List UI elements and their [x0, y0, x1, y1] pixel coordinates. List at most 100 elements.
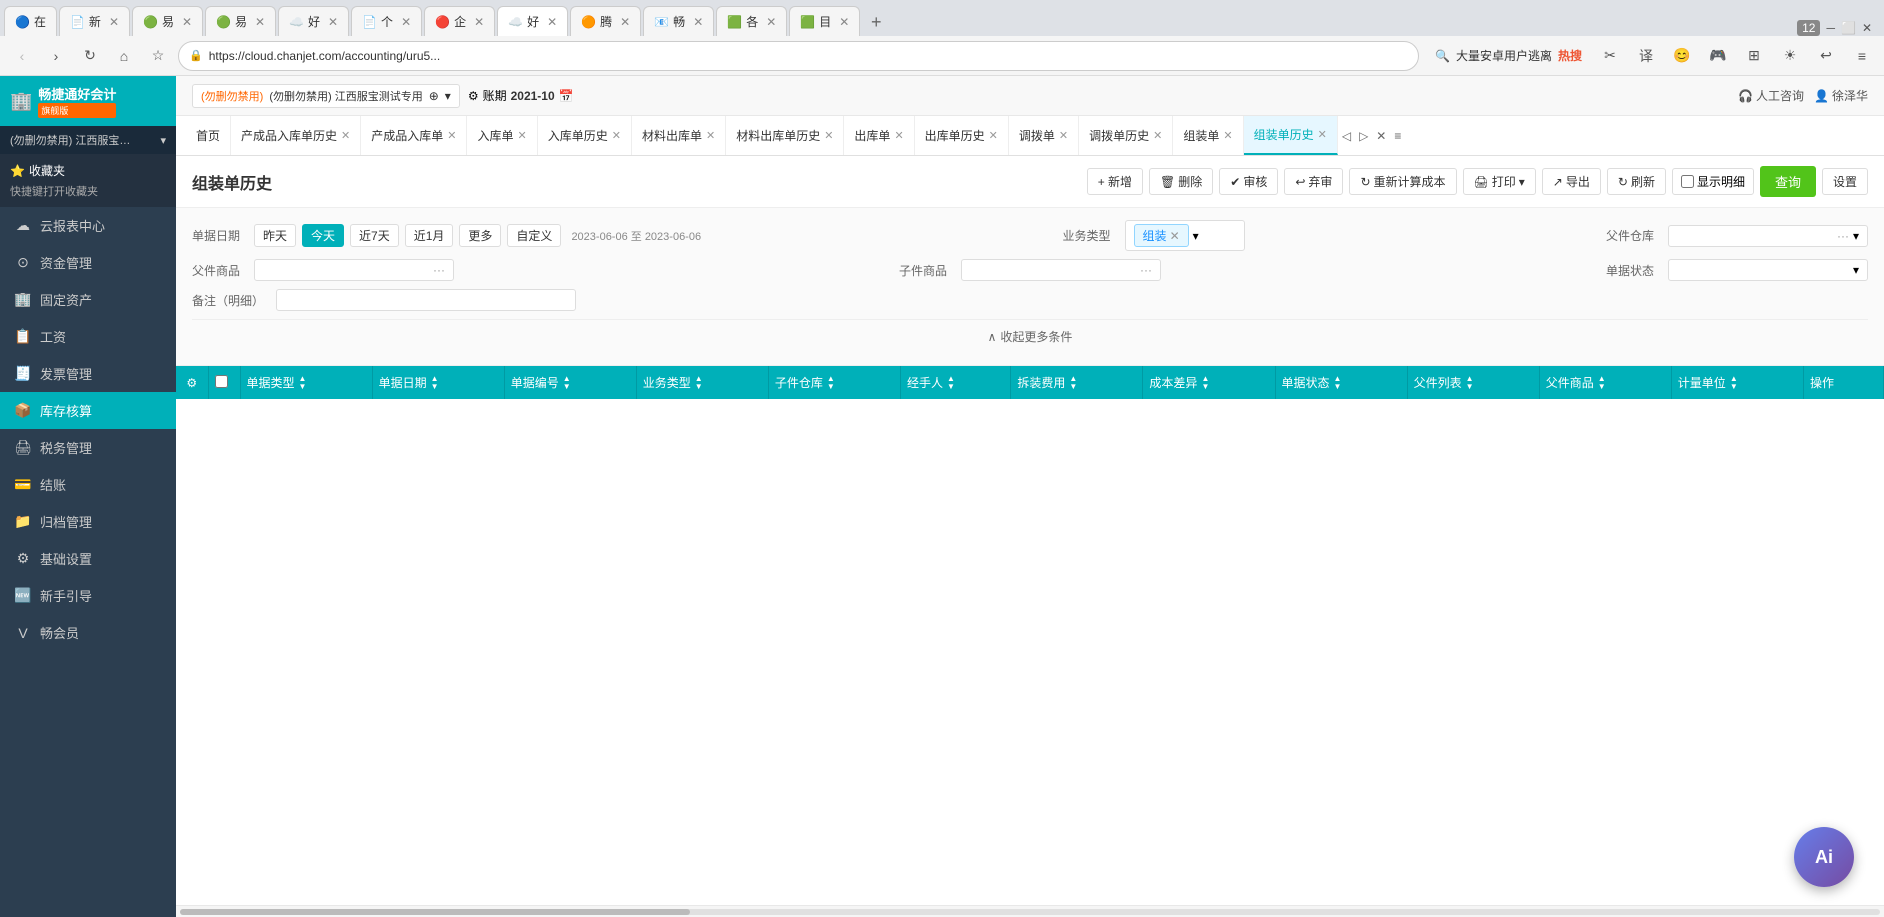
- sort-bill-no[interactable]: ▲▼: [563, 375, 571, 391]
- col-disassemble-fee[interactable]: 拆装费用 ▲▼: [1011, 366, 1143, 399]
- query-button[interactable]: 查询: [1760, 166, 1816, 197]
- delete-button[interactable]: 🗑 删除: [1149, 168, 1213, 195]
- tab-close-10[interactable]: ✕: [693, 15, 703, 29]
- sidebar-item-basic-settings[interactable]: ⚙ 基础设置: [0, 540, 176, 577]
- date-btn-7days[interactable]: 近7天: [350, 224, 399, 247]
- nav-arrow-left[interactable]: ◁: [1338, 129, 1355, 143]
- sidebar-item-inventory[interactable]: 📦 库存核算: [0, 392, 176, 429]
- settings-small-icon[interactable]: ⚙: [468, 89, 479, 103]
- nav-more-menu[interactable]: ≡: [1390, 129, 1405, 143]
- browser-tab-3[interactable]: 🟢 易 ✕: [132, 6, 203, 36]
- tab-close-5[interactable]: ✕: [328, 15, 338, 29]
- tab-close-8[interactable]: ✕: [547, 15, 557, 29]
- bookmark-button[interactable]: ☆: [144, 42, 172, 70]
- nav-tab-assembly-close[interactable]: ✕: [1223, 129, 1232, 142]
- refresh-button[interactable]: ↻: [76, 42, 104, 70]
- col-bill-status[interactable]: 单据状态 ▲▼: [1275, 366, 1407, 399]
- scissors-icon-btn[interactable]: ✂: [1596, 42, 1624, 70]
- col-handler[interactable]: 经手人 ▲▼: [900, 366, 1010, 399]
- nav-tab-transfer-history-close[interactable]: ✕: [1153, 129, 1162, 142]
- child-product-selector[interactable]: ···: [961, 259, 1161, 281]
- tab-close-2[interactable]: ✕: [109, 15, 119, 29]
- nav-tab-material-out[interactable]: 材料出库单 ✕: [632, 116, 726, 155]
- print-button[interactable]: 🖨 打印 ▾: [1463, 168, 1536, 195]
- browser-tab-6[interactable]: 📄 个 ✕: [351, 6, 422, 36]
- nav-tab-out-order[interactable]: 出库单 ✕: [844, 116, 914, 155]
- nav-tab-in-order[interactable]: 入库单 ✕: [467, 116, 537, 155]
- date-btn-more[interactable]: 更多: [459, 224, 501, 247]
- bottom-scrollbar[interactable]: [176, 905, 1884, 917]
- sidebar-item-archive-mgmt[interactable]: 📁 归档管理: [0, 503, 176, 540]
- nav-tab-in-order-history-close[interactable]: ✕: [612, 129, 621, 142]
- tab-close-4[interactable]: ✕: [255, 15, 265, 29]
- calendar-icon[interactable]: 📅: [559, 89, 574, 103]
- browser-tab-2[interactable]: 📄 新 ✕: [59, 6, 130, 36]
- tab-close-7[interactable]: ✕: [474, 15, 484, 29]
- date-btn-yesterday[interactable]: 昨天: [254, 224, 296, 247]
- sort-bill-type[interactable]: ▲▼: [299, 375, 307, 391]
- col-biz-type[interactable]: 业务类型 ▲▼: [636, 366, 768, 399]
- tab-close-9[interactable]: ✕: [620, 15, 630, 29]
- menu-icon-btn[interactable]: ≡: [1848, 42, 1876, 70]
- new-tab-button[interactable]: +: [862, 8, 890, 36]
- col-checkbox[interactable]: [208, 366, 240, 399]
- sidebar-item-vip-member[interactable]: V 畅会员: [0, 614, 176, 651]
- settings-button[interactable]: 设置: [1822, 168, 1868, 195]
- browser-tab-7[interactable]: 🔴 企 ✕: [424, 6, 495, 36]
- tab-close-11[interactable]: ✕: [766, 15, 776, 29]
- sidebar-header[interactable]: 🏢 畅捷通好会计 旗舰版: [0, 76, 176, 126]
- back-button[interactable]: ‹: [8, 42, 36, 70]
- sort-parent-product[interactable]: ▲▼: [1598, 375, 1606, 391]
- export-button[interactable]: ↗ 导出: [1542, 168, 1601, 195]
- browser-tab-12[interactable]: 🟩 目 ✕: [789, 6, 860, 36]
- nav-tab-transfer[interactable]: 调拨单 ✕: [1009, 116, 1079, 155]
- nav-tab-assembly-history-close[interactable]: ✕: [1318, 128, 1327, 141]
- parent-warehouse-more-icon[interactable]: ···: [1837, 229, 1849, 243]
- business-type-tag-close[interactable]: ✕: [1170, 229, 1180, 243]
- sidebar-item-fixed-assets[interactable]: 🏢 固定资产: [0, 281, 176, 318]
- browser-tab-8[interactable]: ☁️ 好 ✕: [497, 6, 568, 36]
- col-parent-list[interactable]: 父件列表 ▲▼: [1407, 366, 1539, 399]
- tab-close-3[interactable]: ✕: [182, 15, 192, 29]
- date-btn-custom[interactable]: 自定义: [507, 224, 561, 247]
- col-bill-no[interactable]: 单据编号 ▲▼: [504, 366, 636, 399]
- window-maximize-btn[interactable]: ⬜: [1841, 21, 1856, 35]
- sun-icon-btn[interactable]: ☀: [1776, 42, 1804, 70]
- address-bar[interactable]: 🔒 https://cloud.chanjet.com/accounting/u…: [178, 41, 1419, 71]
- sidebar-item-invoice-mgmt[interactable]: 🧾 发票管理: [0, 355, 176, 392]
- sort-unit[interactable]: ▲▼: [1730, 375, 1738, 391]
- sort-bill-date[interactable]: ▲▼: [431, 375, 439, 391]
- game-icon-btn[interactable]: 🎮: [1704, 42, 1732, 70]
- sidebar-item-new-guide[interactable]: 🆕 新手引导: [0, 577, 176, 614]
- nav-tab-material-out-history[interactable]: 材料出库单历史 ✕: [726, 116, 844, 155]
- sort-handler[interactable]: ▲▼: [947, 375, 955, 391]
- parent-product-more-icon[interactable]: ···: [433, 263, 445, 277]
- tab-close-6[interactable]: ✕: [401, 15, 411, 29]
- nav-tab-in-order-close[interactable]: ✕: [518, 129, 527, 142]
- show-detail-input[interactable]: [1681, 175, 1694, 188]
- browser-tab-5[interactable]: ☁️ 好 ✕: [278, 6, 349, 36]
- sort-child-warehouse[interactable]: ▲▼: [827, 375, 835, 391]
- nav-tab-product-in-close[interactable]: ✕: [447, 129, 456, 142]
- show-detail-checkbox[interactable]: 显示明细: [1672, 168, 1754, 195]
- col-bill-date[interactable]: 单据日期 ▲▼: [372, 366, 504, 399]
- undo-icon-btn[interactable]: ↩: [1812, 42, 1840, 70]
- parent-warehouse-selector[interactable]: ··· ▾: [1668, 225, 1868, 247]
- customer-service[interactable]: 🎧 人工咨询: [1738, 87, 1804, 104]
- col-cost-diff[interactable]: 成本差异 ▲▼: [1143, 366, 1275, 399]
- date-btn-today[interactable]: 今天: [302, 224, 344, 247]
- nav-tab-material-out-history-close[interactable]: ✕: [824, 129, 833, 142]
- select-all-checkbox[interactable]: [215, 375, 228, 388]
- window-close-btn[interactable]: ✕: [1862, 21, 1872, 35]
- browser-tab-4[interactable]: 🟢 易 ✕: [205, 6, 276, 36]
- sidebar-item-cloud-report[interactable]: ☁ 云报表中心: [0, 207, 176, 244]
- sort-biz-type[interactable]: ▲▼: [695, 375, 703, 391]
- sort-cost-diff[interactable]: ▲▼: [1201, 375, 1209, 391]
- grid-icon-btn[interactable]: ⊞: [1740, 42, 1768, 70]
- tab-close-12[interactable]: ✕: [839, 15, 849, 29]
- collapse-button[interactable]: ∧ 收起更多条件: [192, 324, 1868, 349]
- browser-tab-1[interactable]: 🔵 在: [4, 6, 57, 36]
- nav-tab-assembly[interactable]: 组装单 ✕: [1173, 116, 1243, 155]
- col-child-warehouse[interactable]: 子件仓库 ▲▼: [768, 366, 900, 399]
- nav-tab-product-in-history[interactable]: 产成品入库单历史 ✕: [231, 116, 361, 155]
